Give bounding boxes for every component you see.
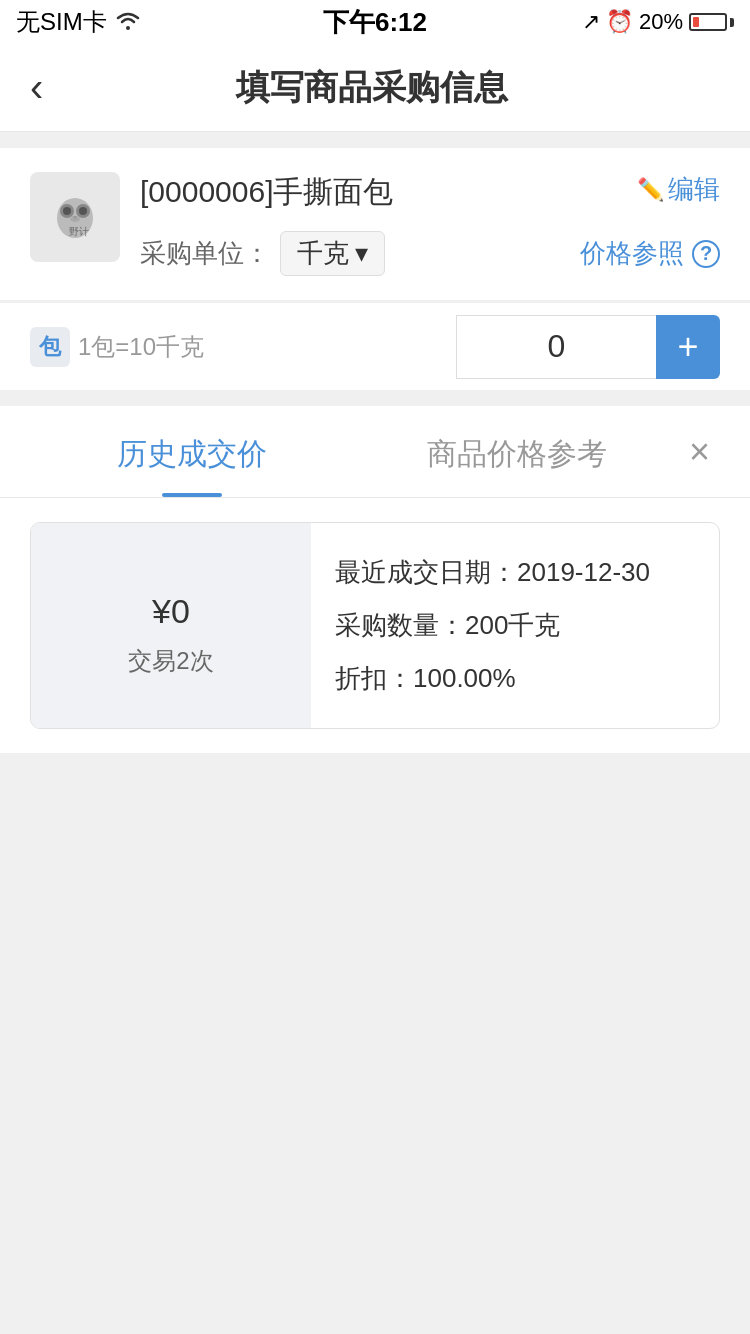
quantity-left: 包 1包=10千克 — [30, 327, 204, 367]
status-left: 无SIM卡 — [16, 6, 141, 38]
product-info: [0000006]手撕面包 ✏️ 编辑 采购单位： 千克 ▾ 价格参照 ? — [140, 172, 720, 276]
page-title: 填写商品采购信息 — [63, 65, 680, 111]
tab-history[interactable]: 历史成交价 — [30, 406, 354, 497]
recent-date-row: 最近成交日期：2019-12-30 — [335, 553, 695, 592]
tab-close-button[interactable]: × — [679, 431, 720, 473]
price-value: 0 — [171, 592, 190, 630]
battery-percent: 20% — [639, 9, 683, 35]
location-icon: ↗ — [582, 9, 600, 35]
purchase-qty-value: 200千克 — [465, 610, 560, 640]
wifi-icon — [115, 8, 141, 36]
history-price: ¥0 — [152, 575, 190, 635]
quantity-right: 0 + — [456, 315, 720, 379]
product-title: 手撕面包 — [273, 175, 393, 208]
info-icon: ? — [692, 240, 720, 268]
battery-indicator — [689, 13, 734, 31]
purchase-qty-label: 采购数量： — [335, 610, 465, 640]
history-detail-side: 最近成交日期：2019-12-30 采购数量：200千克 折扣：100.00% — [311, 523, 719, 728]
price-symbol: ¥ — [152, 592, 171, 630]
product-thumbnail: 野计 — [30, 172, 120, 262]
quantity-value: 0 — [548, 328, 566, 365]
edit-label: 编辑 — [668, 172, 720, 207]
unit-box: 包 — [30, 327, 70, 367]
product-thumb-icon: 野计 — [45, 183, 105, 252]
discount-row: 折扣：100.00% — [335, 659, 695, 698]
tabs-section: 历史成交价 商品价格参考 × ¥0 交易2次 最近成交日期：2019-12-30… — [0, 406, 750, 753]
history-content: ¥0 交易2次 最近成交日期：2019-12-30 采购数量：200千克 折扣：… — [0, 498, 750, 753]
status-bar: 无SIM卡 下午6:12 ↗ ⏰ 20% — [0, 0, 750, 44]
edit-icon: ✏️ — [637, 177, 664, 203]
edit-button[interactable]: ✏️ 编辑 — [637, 172, 720, 207]
quantity-plus-button[interactable]: + — [656, 315, 720, 379]
status-right: ↗ ⏰ 20% — [582, 9, 734, 35]
product-name: [0000006]手撕面包 — [140, 172, 393, 213]
alarm-icon: ⏰ — [606, 9, 633, 35]
svg-text:野计: 野计 — [69, 226, 89, 237]
svg-point-4 — [79, 207, 87, 215]
quantity-input[interactable]: 0 — [456, 315, 656, 379]
product-id: [0000006] — [140, 175, 273, 208]
quantity-section: 包 1包=10千克 0 + — [0, 302, 750, 390]
product-title-row: [0000006]手撕面包 ✏️ 编辑 — [140, 172, 720, 213]
bottom-area — [0, 753, 750, 1334]
history-card: ¥0 交易2次 最近成交日期：2019-12-30 采购数量：200千克 折扣：… — [30, 522, 720, 729]
unit-select-dropdown[interactable]: 千克 ▾ — [280, 231, 385, 276]
back-button[interactable]: ‹ — [30, 65, 43, 110]
tabs-header: 历史成交价 商品价格参考 × — [0, 406, 750, 498]
discount-label: 折扣： — [335, 663, 413, 693]
history-price-side: ¥0 交易2次 — [31, 523, 311, 728]
recent-date-label: 最近成交日期： — [335, 557, 517, 587]
chevron-down-icon: ▾ — [355, 238, 368, 269]
unit-label: 采购单位： 千克 ▾ — [140, 231, 385, 276]
recent-date-value: 2019-12-30 — [517, 557, 650, 587]
unit-value: 千克 — [297, 236, 349, 271]
unit-description: 1包=10千克 — [78, 331, 204, 363]
price-ref-label: 价格参照 — [580, 236, 684, 271]
purchase-qty-row: 采购数量：200千克 — [335, 606, 695, 645]
nav-bar: ‹ 填写商品采购信息 — [0, 44, 750, 132]
svg-point-3 — [63, 207, 71, 215]
carrier-text: 无SIM卡 — [16, 6, 107, 38]
discount-value: 100.00% — [413, 663, 516, 693]
price-ref-button[interactable]: 价格参照 ? — [580, 236, 720, 271]
product-unit-row: 采购单位： 千克 ▾ 价格参照 ? — [140, 231, 720, 276]
tab-price-reference[interactable]: 商品价格参考 — [354, 406, 678, 497]
trade-count: 交易2次 — [128, 645, 213, 677]
status-time: 下午6:12 — [323, 5, 427, 40]
product-card: 野计 [0000006]手撕面包 ✏️ 编辑 采购单位： 千克 ▾ 价格参照 — [0, 148, 750, 300]
